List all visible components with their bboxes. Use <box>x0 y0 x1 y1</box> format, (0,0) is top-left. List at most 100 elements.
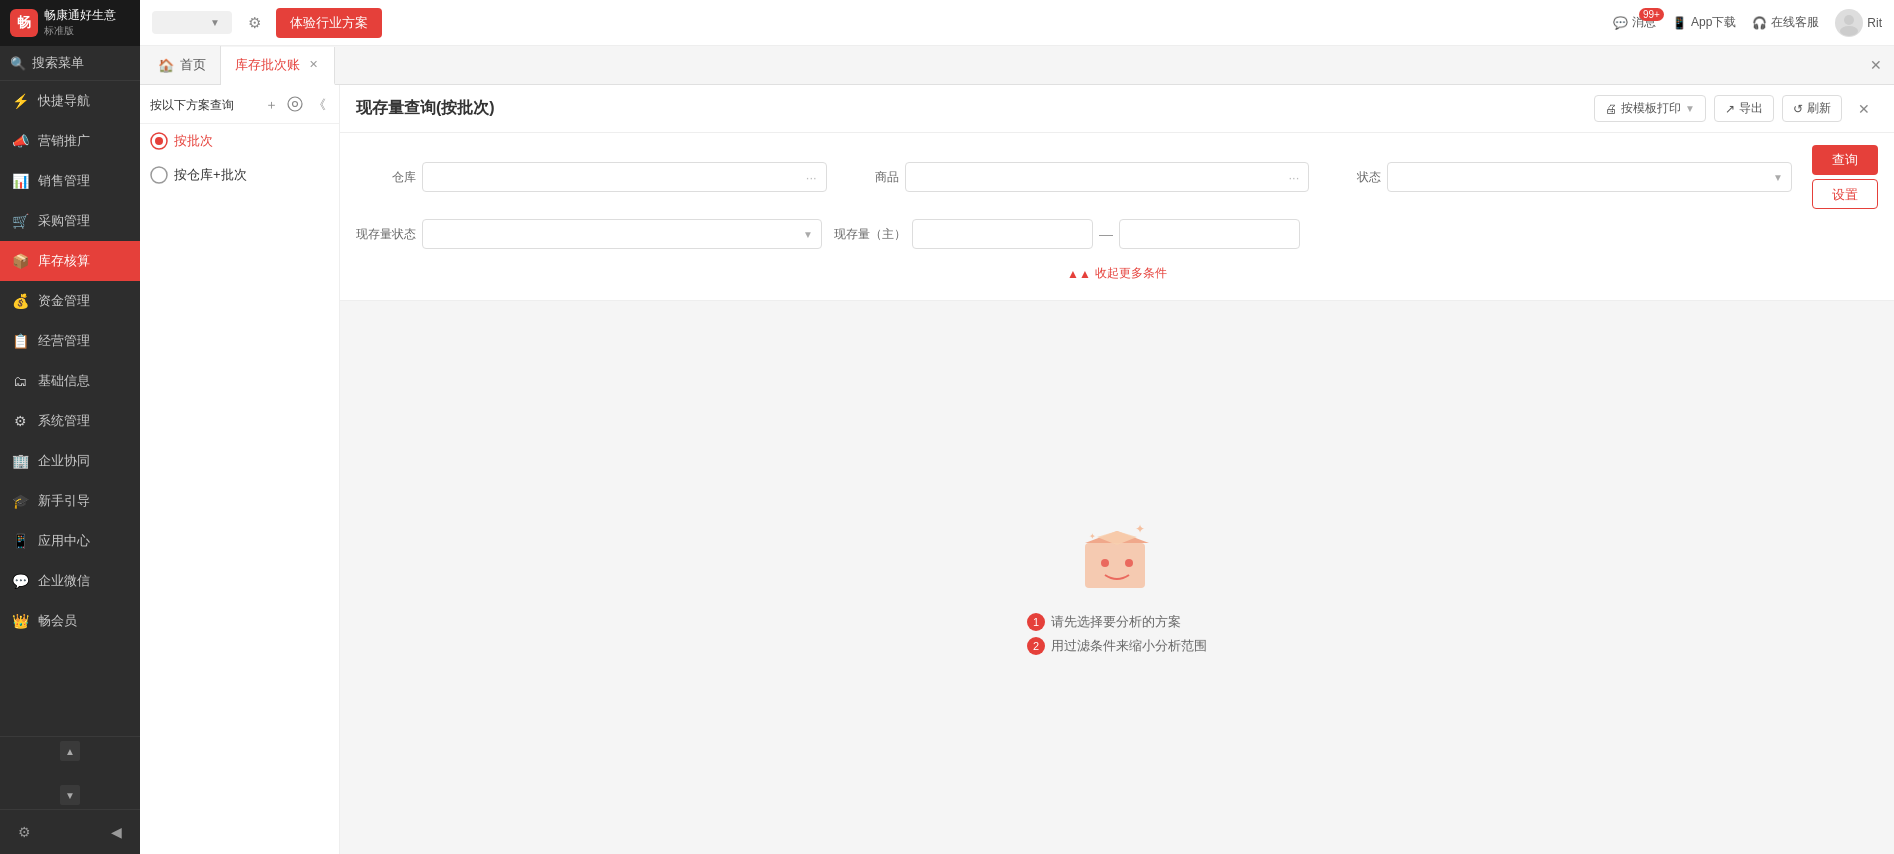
collapse-label: 收起更多条件 <box>1095 265 1167 282</box>
left-panel-add-btn[interactable]: ＋ <box>261 95 281 115</box>
sidebar-item-label: 销售管理 <box>38 172 90 190</box>
page-title: 现存量查询(按批次) <box>356 98 495 119</box>
status-select[interactable]: ▼ <box>1387 162 1792 192</box>
topbar-gear-icon[interactable]: ⚙ <box>240 9 268 37</box>
warehouse-field: 仓库 ··· <box>356 162 827 192</box>
app-download-action[interactable]: 📱 App下载 <box>1672 14 1736 31</box>
status-label: 状态 <box>1321 169 1381 186</box>
page-close-icon[interactable]: ✕ <box>1850 97 1878 121</box>
empty-tip-1: 1 请先选择要分析的方案 <box>1027 613 1207 631</box>
product-more-icon[interactable]: ··· <box>1285 170 1304 185</box>
filter-row-1: 仓库 ··· 商品 ··· 状态 <box>356 145 1878 209</box>
empty-state: ✦ ✦ 1 请先选择要分析的方案 2 用过滤条件来缩小分析范围 <box>340 301 1894 854</box>
print-chevron-icon: ▼ <box>1685 103 1695 114</box>
svg-point-2 <box>288 97 302 111</box>
sidebar-item-finance[interactable]: 💰 资金管理 <box>0 281 140 321</box>
sidebar-item-inventory[interactable]: 📦 库存核算 <box>0 241 140 281</box>
app-logo: 畅 <box>10 9 38 37</box>
inventory-status-select[interactable]: ▼ <box>422 219 822 249</box>
right-panel: 现存量查询(按批次) 🖨 按模板打印 ▼ ↗ 导出 ↺ 刷新 <box>340 85 1894 854</box>
sidebar-item-operations[interactable]: 📋 经营管理 <box>0 321 140 361</box>
empty-tip-2: 2 用过滤条件来缩小分析范围 <box>1027 637 1207 655</box>
left-panel-item-by-batch[interactable]: 按批次 <box>140 124 339 158</box>
svg-text:✦: ✦ <box>1089 532 1096 541</box>
customer-service-label: 在线客服 <box>1771 14 1819 31</box>
inventory-qty-from[interactable] <box>912 219 1093 249</box>
settings-circle-icon <box>287 96 303 115</box>
svg-point-5 <box>155 137 163 145</box>
svg-point-1 <box>1840 26 1858 36</box>
sidebar-item-label: 经营管理 <box>38 332 90 350</box>
experience-btn[interactable]: 体验行业方案 <box>276 8 382 38</box>
query-btn[interactable]: 查询 <box>1812 145 1878 175</box>
empty-illustration: ✦ ✦ <box>1067 501 1167 601</box>
phone-icon: 📱 <box>1672 16 1687 30</box>
tabs-close-all[interactable]: ✕ <box>1862 53 1890 77</box>
inventory-qty-dash: — <box>1099 226 1113 242</box>
svg-rect-7 <box>1085 543 1145 588</box>
collapse-icon: 《 <box>313 96 326 114</box>
app-download-label: App下载 <box>1691 14 1736 31</box>
sidebar-item-label: 畅会员 <box>38 612 77 630</box>
sidebar-item-system[interactable]: ⚙ 系统管理 <box>0 401 140 441</box>
sidebar-footer: ⚙ ◀ <box>0 809 140 854</box>
sidebar-item-apps[interactable]: 📱 应用中心 <box>0 521 140 561</box>
tab-inventory-batch[interactable]: 库存批次账 ✕ <box>221 47 335 85</box>
sidebar-item-purchase[interactable]: 🛒 采购管理 <box>0 201 140 241</box>
sidebar-item-enterprise[interactable]: 🏢 企业协同 <box>0 441 140 481</box>
warehouse-input[interactable] <box>422 162 827 192</box>
left-panel-settings-btn[interactable] <box>285 95 305 115</box>
customer-service-action[interactable]: 🎧 在线客服 <box>1752 14 1819 31</box>
inventory-status-field: 现存量状态 ▼ <box>356 219 822 249</box>
topbar-right: 💬 消息 99+ 📱 App下载 🎧 在线客服 Rit <box>1613 9 1882 37</box>
filter-collapse-btn[interactable]: ▲▲ 收起更多条件 <box>356 259 1878 288</box>
tip2-num: 2 <box>1027 637 1045 655</box>
sidebar-settings-icon[interactable]: ⚙ <box>10 818 38 846</box>
sidebar-item-sales[interactable]: 📊 销售管理 <box>0 161 140 201</box>
sidebar-item-member[interactable]: 👑 畅会员 <box>0 601 140 641</box>
user-profile[interactable]: Rit <box>1835 9 1882 37</box>
sidebar-item-basics[interactable]: 🗂 基础信息 <box>0 361 140 401</box>
product-label: 商品 <box>839 169 899 186</box>
messages-action[interactable]: 💬 消息 99+ <box>1613 14 1656 31</box>
print-btn[interactable]: 🖨 按模板打印 ▼ <box>1594 95 1706 122</box>
sidebar-item-wechat[interactable]: 💬 企业微信 <box>0 561 140 601</box>
sidebar-item-label: 新手引导 <box>38 492 90 510</box>
newbie-icon: 🎓 <box>10 491 30 511</box>
tab-close-icon[interactable]: ✕ <box>306 58 320 72</box>
purchase-icon: 🛒 <box>10 211 30 231</box>
sidebar-collapse-icon[interactable]: ◀ <box>102 818 130 846</box>
filter-settings-btn[interactable]: 设置 <box>1812 179 1878 209</box>
refresh-btn[interactable]: ↺ 刷新 <box>1782 95 1842 122</box>
topbar-dropdown[interactable]: ▼ <box>152 11 232 34</box>
page-header-actions: 🖨 按模板打印 ▼ ↗ 导出 ↺ 刷新 ✕ <box>1594 95 1878 122</box>
sidebar-search[interactable]: 🔍 搜索菜单 <box>0 46 140 81</box>
chevron-up-icon: ▲▲ <box>1067 267 1091 281</box>
app-title: 畅康通好生意 <box>44 8 116 24</box>
print-icon: 🖨 <box>1605 102 1617 116</box>
tab-home[interactable]: 🏠 首页 <box>144 46 221 84</box>
warehouse-more-icon[interactable]: ··· <box>802 170 821 185</box>
right-panel-scroll: ✦ ✦ 1 请先选择要分析的方案 2 用过滤条件来缩小分析范围 <box>340 301 1894 854</box>
messages-badge: 99+ <box>1639 8 1664 21</box>
sidebar-item-label: 营销推广 <box>38 132 90 150</box>
app-subtitle: 标准版 <box>44 24 116 38</box>
sidebar-item-newbie[interactable]: 🎓 新手引导 <box>0 481 140 521</box>
left-panel-item-by-warehouse-batch[interactable]: 按仓库+批次 <box>140 158 339 192</box>
sidebar-item-quick-nav[interactable]: ⚡ 快捷导航 <box>0 81 140 121</box>
inventory-qty-to[interactable] <box>1119 219 1300 249</box>
product-input[interactable] <box>905 162 1310 192</box>
sidebar-scrollbar-up[interactable]: ▲ <box>60 741 80 761</box>
left-panel-collapse-btn[interactable]: 《 <box>309 95 329 115</box>
export-btn[interactable]: ↗ 导出 <box>1714 95 1774 122</box>
basics-icon: 🗂 <box>10 371 30 391</box>
inventory-status-label: 现存量状态 <box>356 226 416 243</box>
finance-icon: 💰 <box>10 291 30 311</box>
search-icon: 🔍 <box>10 56 26 71</box>
main-content: ▼ ⚙ 体验行业方案 💬 消息 99+ 📱 App下载 🎧 在线客服 <box>140 0 1894 854</box>
sidebar-scrollbar-down[interactable]: ▼ <box>60 785 80 805</box>
sidebar-item-marketing[interactable]: 📣 营销推广 <box>0 121 140 161</box>
export-icon: ↗ <box>1725 102 1735 116</box>
export-btn-label: 导出 <box>1739 100 1763 117</box>
sidebar-item-label: 基础信息 <box>38 372 90 390</box>
